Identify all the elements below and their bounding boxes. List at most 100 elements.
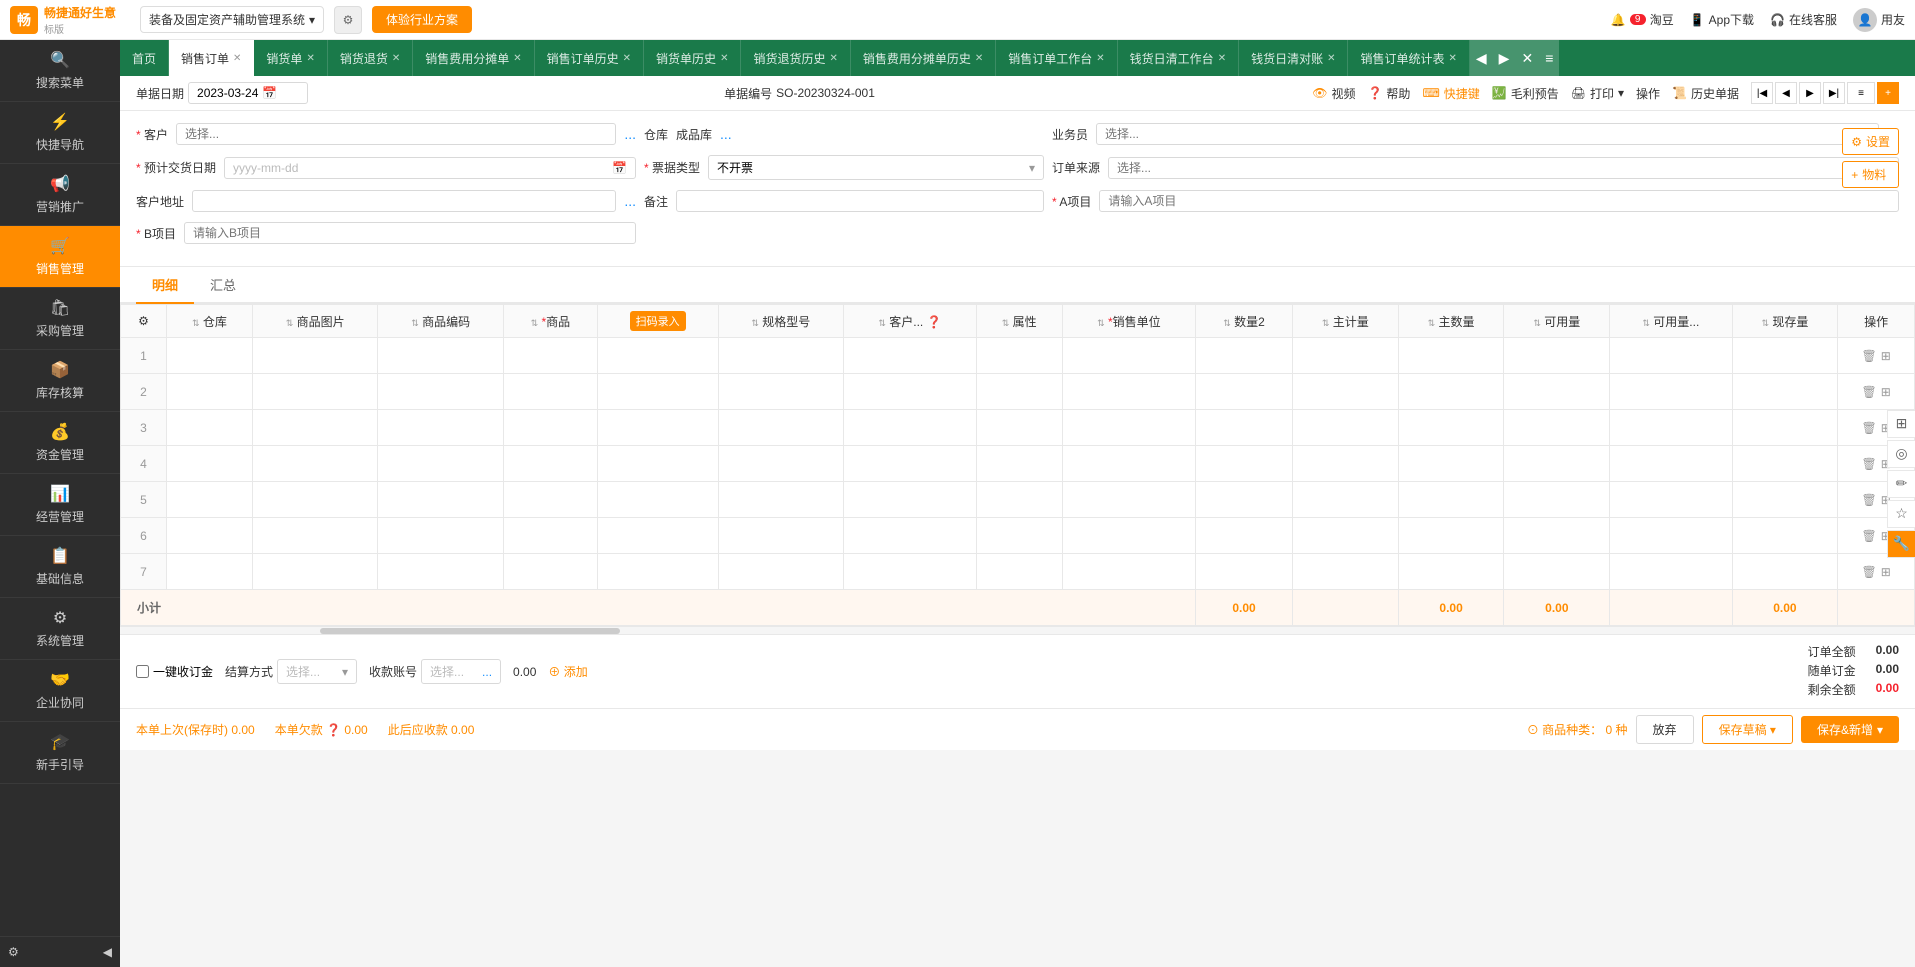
nav-prev-btn[interactable]: ◀ (1775, 82, 1797, 104)
row-unit[interactable] (1062, 374, 1195, 410)
row-qty2[interactable] (1196, 338, 1293, 374)
row-code[interactable] (378, 410, 504, 446)
sidebar-item-nav[interactable]: ⚡ 快捷导航 (0, 102, 120, 164)
nav-next-btn[interactable]: ▶ (1799, 82, 1821, 104)
row-warehouse[interactable] (166, 446, 252, 482)
invoice-type-select[interactable]: 不开票 ▾ (708, 155, 1044, 180)
row-main-qty[interactable] (1398, 554, 1504, 590)
solution-button[interactable]: 体验行业方案 (372, 6, 472, 33)
row-product[interactable] (504, 482, 598, 518)
warehouse-expand-btn[interactable]: ... (720, 126, 732, 142)
tab-order-stats[interactable]: 销售订单统计表 ✕ (1348, 40, 1469, 76)
tab-sales-invoice[interactable]: 销货单 ✕ (254, 40, 327, 76)
sidebar-item-system[interactable]: ⚙ 系统管理 (0, 598, 120, 660)
row-product[interactable] (504, 374, 598, 410)
sidebar-item-inventory[interactable]: 📦 库存核算 (0, 350, 120, 412)
col-settings[interactable]: ⚙ (121, 305, 167, 338)
tab-close-icon[interactable]: ✕ (623, 53, 631, 64)
sidebar-item-guide[interactable]: 🎓 新手引导 (0, 722, 120, 784)
row-main-qty[interactable] (1398, 482, 1504, 518)
float-icon-edit[interactable]: ✏ (1887, 470, 1915, 498)
add-product-btn[interactable]: + 物料 (1842, 161, 1899, 188)
row-qty2[interactable] (1196, 554, 1293, 590)
sidebar-item-collab[interactable]: 🤝 企业协同 (0, 660, 120, 722)
settings-right-btn[interactable]: ⚙ 设置 (1842, 128, 1899, 155)
sidebar-item-search[interactable]: 🔍 搜索菜单 (0, 40, 120, 102)
tab-sales-return[interactable]: 销货退货 ✕ (328, 40, 413, 76)
row-customer-code[interactable] (844, 410, 977, 446)
row-qty2[interactable] (1196, 518, 1293, 554)
hotkey-btn[interactable]: ⌨ 快捷键 (1422, 85, 1479, 102)
tab-summary[interactable]: 汇总 (194, 267, 252, 304)
address-expand-btn[interactable]: ... (624, 193, 636, 209)
tab-return-history[interactable]: 销货退货历史 ✕ (741, 40, 850, 76)
row-spec[interactable] (718, 554, 844, 590)
discard-button[interactable]: 放弃 (1636, 715, 1694, 744)
row-spec[interactable] (718, 338, 844, 374)
row-warehouse[interactable] (166, 554, 252, 590)
row-attr[interactable] (976, 446, 1062, 482)
system-selector[interactable]: 装备及固定资产辅助管理系统 ▾ (140, 6, 324, 33)
row-code[interactable] (378, 338, 504, 374)
expected-date-input[interactable]: yyyy-mm-dd 📅 (224, 157, 636, 179)
row-qty2[interactable] (1196, 374, 1293, 410)
tab-fee-split[interactable]: 销售费用分摊单 ✕ (413, 40, 534, 76)
tab-menu-button[interactable]: ≡ (1539, 40, 1559, 76)
row-main-qty[interactable] (1398, 374, 1504, 410)
row-main-qty[interactable] (1398, 518, 1504, 554)
nav-new-btn[interactable]: + (1877, 82, 1899, 104)
tab-close-icon[interactable]: ✕ (975, 53, 983, 64)
notification-item[interactable]: 🔔 9 淘豆 (1611, 11, 1674, 28)
row-qty2[interactable] (1196, 410, 1293, 446)
row-customer-code[interactable] (844, 374, 977, 410)
row-attr[interactable] (976, 518, 1062, 554)
save-draft-button[interactable]: 保存草稿 ▾ (1702, 715, 1793, 744)
row-attr[interactable] (976, 410, 1062, 446)
sidebar-item-operations[interactable]: 📊 经营管理 (0, 474, 120, 536)
delete-icon[interactable]: 🗑 (1861, 529, 1876, 543)
tab-sales-order[interactable]: 销售订单 ✕ (169, 40, 254, 76)
float-icon-circle[interactable]: ◎ (1887, 440, 1915, 468)
tab-daily-reconcile[interactable]: 钱货日清对账 ✕ (1239, 40, 1348, 76)
sidebar-settings-icon[interactable]: ⚙ (8, 945, 19, 959)
date-input[interactable]: 2023-03-24 📅 (188, 82, 308, 104)
row-main-qty[interactable] (1398, 446, 1504, 482)
copy-icon[interactable]: ⊞ (1881, 565, 1891, 579)
profit-btn[interactable]: 💹 毛利预告 (1492, 85, 1559, 102)
tab-close-icon[interactable]: ✕ (392, 53, 400, 64)
sidebar-item-marketing[interactable]: 📢 营销推广 (0, 164, 120, 226)
row-attr[interactable] (976, 482, 1062, 518)
tab-close-icon[interactable]: ✕ (1327, 53, 1335, 64)
tab-order-history[interactable]: 销售订单历史 ✕ (535, 40, 644, 76)
tab-close-icon[interactable]: ✕ (1449, 53, 1457, 64)
row-attr[interactable] (976, 338, 1062, 374)
one-click-checkbox[interactable] (136, 665, 149, 678)
row-warehouse[interactable] (166, 482, 252, 518)
row-product[interactable] (504, 410, 598, 446)
row-spec[interactable] (718, 374, 844, 410)
online-service-item[interactable]: 🎧 在线客服 (1770, 11, 1837, 28)
tab-invoice-history[interactable]: 销货单历史 ✕ (644, 40, 741, 76)
oper-btn[interactable]: 操作 (1636, 85, 1660, 102)
one-click-checkbox-label[interactable]: 一键收订金 (136, 663, 213, 680)
delete-icon[interactable]: 🗑 (1861, 493, 1876, 507)
tab-close-icon[interactable]: ✕ (1096, 53, 1104, 64)
history-btn[interactable]: 📜 历史单据 (1672, 85, 1739, 102)
add-btn[interactable]: ⊕ 添加 (548, 663, 587, 680)
float-icon-grid[interactable]: ⊞ (1887, 410, 1915, 438)
sidebar-item-sales[interactable]: 🛒 销售管理 (0, 226, 120, 288)
row-attr[interactable] (976, 554, 1062, 590)
tab-prev-button[interactable]: ◀ (1470, 40, 1493, 76)
row-qty2[interactable] (1196, 482, 1293, 518)
help-btn[interactable]: ❓ 帮助 (1367, 85, 1410, 102)
row-product[interactable] (504, 554, 598, 590)
print-btn[interactable]: 🖨 打印 ▾ (1571, 85, 1624, 102)
row-spec[interactable] (718, 518, 844, 554)
delete-icon[interactable]: 🗑 (1861, 349, 1876, 363)
sidebar-item-purchase[interactable]: 🛍 采购管理 (0, 288, 120, 350)
tab-close-icon[interactable]: ✕ (720, 53, 728, 64)
float-icon-tool[interactable]: 🔧 (1887, 530, 1915, 558)
row-product[interactable] (504, 338, 598, 374)
scan-btn[interactable]: 扫码录入 (630, 311, 686, 331)
row-code[interactable] (378, 518, 504, 554)
